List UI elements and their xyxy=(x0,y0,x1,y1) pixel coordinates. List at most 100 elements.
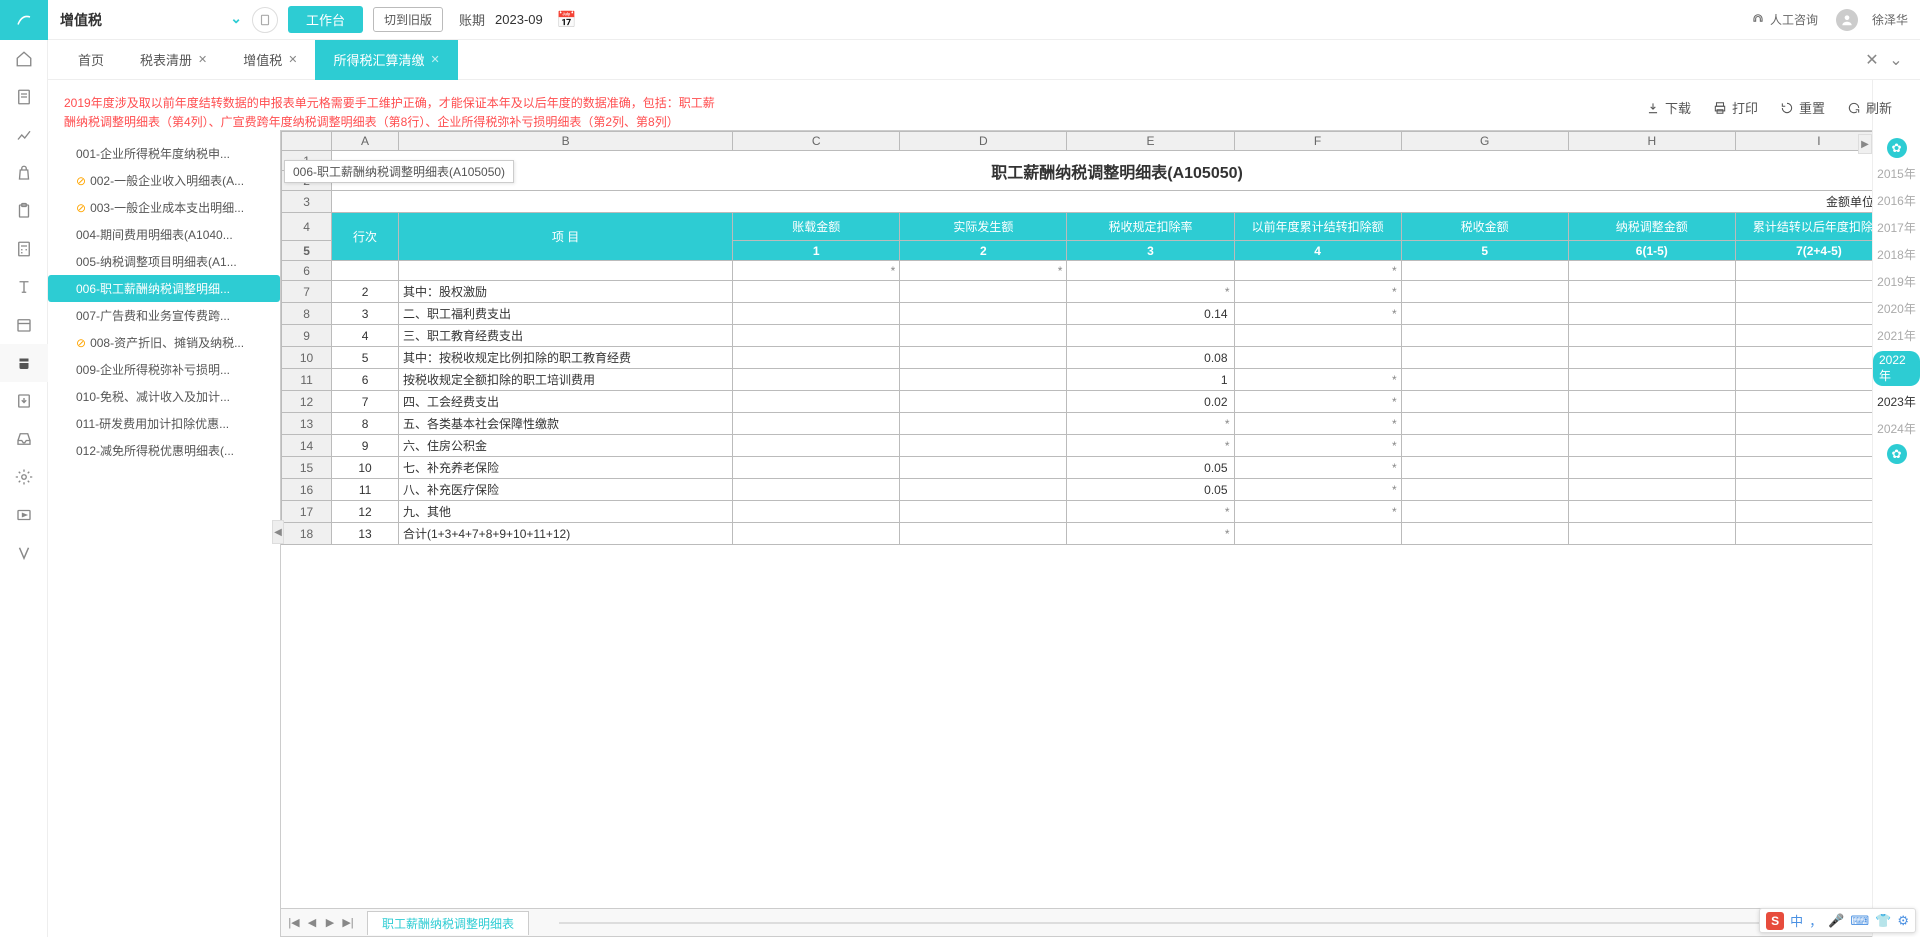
year-down-icon[interactable]: ✿ xyxy=(1887,444,1907,464)
cell[interactable]: * xyxy=(1234,413,1401,435)
cell-label[interactable]: 其中：按税收规定比例扣除的职工教育经费 xyxy=(398,347,732,369)
year-item[interactable]: 2019年 xyxy=(1877,270,1916,293)
cell[interactable]: * xyxy=(1234,435,1401,457)
sheet-tab[interactable]: 职工薪酬纳税调整明细表 xyxy=(367,911,529,935)
cell[interactable] xyxy=(1568,523,1735,545)
nav-video-icon[interactable] xyxy=(0,496,48,534)
row-header[interactable]: 10 xyxy=(282,347,332,369)
tab-income-tax[interactable]: 所得税汇算清缴✕ xyxy=(315,40,457,80)
year-item[interactable]: 2024年 xyxy=(1877,417,1916,440)
row-header[interactable]: 3 xyxy=(282,191,332,213)
year-item[interactable]: 2023年 xyxy=(1877,390,1916,413)
year-item[interactable]: 2022年 xyxy=(1873,351,1920,386)
form-list-item[interactable]: 001-企业所得税年度纳税申... xyxy=(48,140,280,167)
ime-punct[interactable]: ， xyxy=(1809,911,1822,930)
col-header[interactable]: E xyxy=(1067,132,1234,151)
cell[interactable] xyxy=(733,457,900,479)
switch-old-button[interactable]: 切到旧版 xyxy=(373,7,443,32)
row-header[interactable]: 11 xyxy=(282,369,332,391)
row-header[interactable]: 15 xyxy=(282,457,332,479)
cell-line[interactable]: 8 xyxy=(332,413,399,435)
cell[interactable] xyxy=(1401,457,1568,479)
cell[interactable] xyxy=(1401,501,1568,523)
cell[interactable] xyxy=(1401,413,1568,435)
nav-chart-icon[interactable] xyxy=(0,116,48,154)
col-header[interactable]: F xyxy=(1234,132,1401,151)
year-item[interactable]: 2017年 xyxy=(1877,216,1916,239)
close-icon[interactable]: ✕ xyxy=(431,53,440,66)
nav-calc-icon[interactable] xyxy=(0,230,48,268)
cell[interactable] xyxy=(900,435,1067,457)
cell[interactable] xyxy=(733,435,900,457)
cell[interactable] xyxy=(1234,325,1401,347)
cell[interactable] xyxy=(1401,391,1568,413)
nav-tax-icon[interactable] xyxy=(0,344,48,382)
cell[interactable] xyxy=(1401,435,1568,457)
row-header[interactable]: 7 xyxy=(282,281,332,303)
form-list-item[interactable]: 005-纳税调整项目明细表(A1... xyxy=(48,248,280,275)
form-list-item[interactable]: 009-企业所得税弥补亏损明... xyxy=(48,356,280,383)
spreadsheet-grid[interactable]: ABCDEFGHI1职工薪酬纳税调整明细表(A105050)23金额单位：元4行… xyxy=(280,130,1904,909)
cell[interactable]: 0.08 xyxy=(1067,347,1234,369)
cell[interactable]: * xyxy=(1067,523,1234,545)
cell[interactable]: * xyxy=(1067,435,1234,457)
cell-line[interactable]: 4 xyxy=(332,325,399,347)
row-header[interactable]: 17 xyxy=(282,501,332,523)
ime-logo-icon[interactable]: S xyxy=(1766,912,1784,930)
cell-label[interactable] xyxy=(398,261,732,281)
cell-line[interactable]: 3 xyxy=(332,303,399,325)
cell[interactable] xyxy=(900,347,1067,369)
cell-label[interactable]: 二、职工福利费支出 xyxy=(398,303,732,325)
form-list-item[interactable]: 006-职工薪酬纳税调整明细... xyxy=(48,275,280,302)
cell[interactable] xyxy=(1568,347,1735,369)
cell[interactable]: 0.05 xyxy=(1067,479,1234,501)
reset-button[interactable]: 重置 xyxy=(1780,98,1825,117)
cell[interactable] xyxy=(900,457,1067,479)
col-header[interactable]: B xyxy=(398,132,732,151)
nav-inbox-icon[interactable] xyxy=(0,420,48,458)
cell[interactable] xyxy=(733,391,900,413)
row-header[interactable]: 14 xyxy=(282,435,332,457)
cell[interactable] xyxy=(1234,347,1401,369)
cell-line[interactable]: 11 xyxy=(332,479,399,501)
cell[interactable] xyxy=(1401,479,1568,501)
ime-keyboard-icon[interactable]: ⌨ xyxy=(1850,913,1869,929)
nav-v-icon[interactable] xyxy=(0,534,48,572)
sheet-h-scroll[interactable] xyxy=(549,916,1903,930)
cell[interactable]: 0.02 xyxy=(1067,391,1234,413)
cell[interactable]: * xyxy=(1067,501,1234,523)
year-item[interactable]: 2016年 xyxy=(1877,189,1916,212)
cell[interactable] xyxy=(733,523,900,545)
cell[interactable] xyxy=(900,413,1067,435)
cell-line[interactable]: 10 xyxy=(332,457,399,479)
cell[interactable] xyxy=(1401,281,1568,303)
row-header[interactable]: 18 xyxy=(282,523,332,545)
row-header[interactable]: 16 xyxy=(282,479,332,501)
expand-panel-arrow[interactable]: ▶ xyxy=(1858,134,1872,154)
cell[interactable] xyxy=(900,281,1067,303)
cell-label[interactable]: 八、补充医疗保险 xyxy=(398,479,732,501)
nav-home-icon[interactable] xyxy=(0,40,48,78)
year-item[interactable]: 2018年 xyxy=(1877,243,1916,266)
cell[interactable] xyxy=(900,325,1067,347)
close-icon[interactable]: ✕ xyxy=(288,53,297,66)
cell[interactable] xyxy=(900,391,1067,413)
row-header[interactable]: 4 xyxy=(282,213,332,241)
ime-tool-icon[interactable]: ⚙ xyxy=(1897,913,1909,929)
period-value[interactable]: 2023-09 xyxy=(495,12,543,27)
cell[interactable]: * xyxy=(733,261,900,281)
tab-home[interactable]: 首页 xyxy=(60,40,122,80)
sheet-nav-next[interactable]: ▶ xyxy=(323,916,337,929)
cell[interactable]: 1 xyxy=(1067,369,1234,391)
col-header[interactable]: D xyxy=(900,132,1067,151)
cell-label[interactable]: 六、住房公积金 xyxy=(398,435,732,457)
cell-line[interactable] xyxy=(332,261,399,281)
cell[interactable]: * xyxy=(900,261,1067,281)
form-list-item[interactable]: 004-期间费用明细表(A1040... xyxy=(48,221,280,248)
row-header[interactable]: 9 xyxy=(282,325,332,347)
cell-label[interactable]: 三、职工教育经费支出 xyxy=(398,325,732,347)
nav-text-icon[interactable] xyxy=(0,268,48,306)
cell-line[interactable]: 5 xyxy=(332,347,399,369)
cell[interactable] xyxy=(733,479,900,501)
col-header[interactable]: H xyxy=(1568,132,1735,151)
